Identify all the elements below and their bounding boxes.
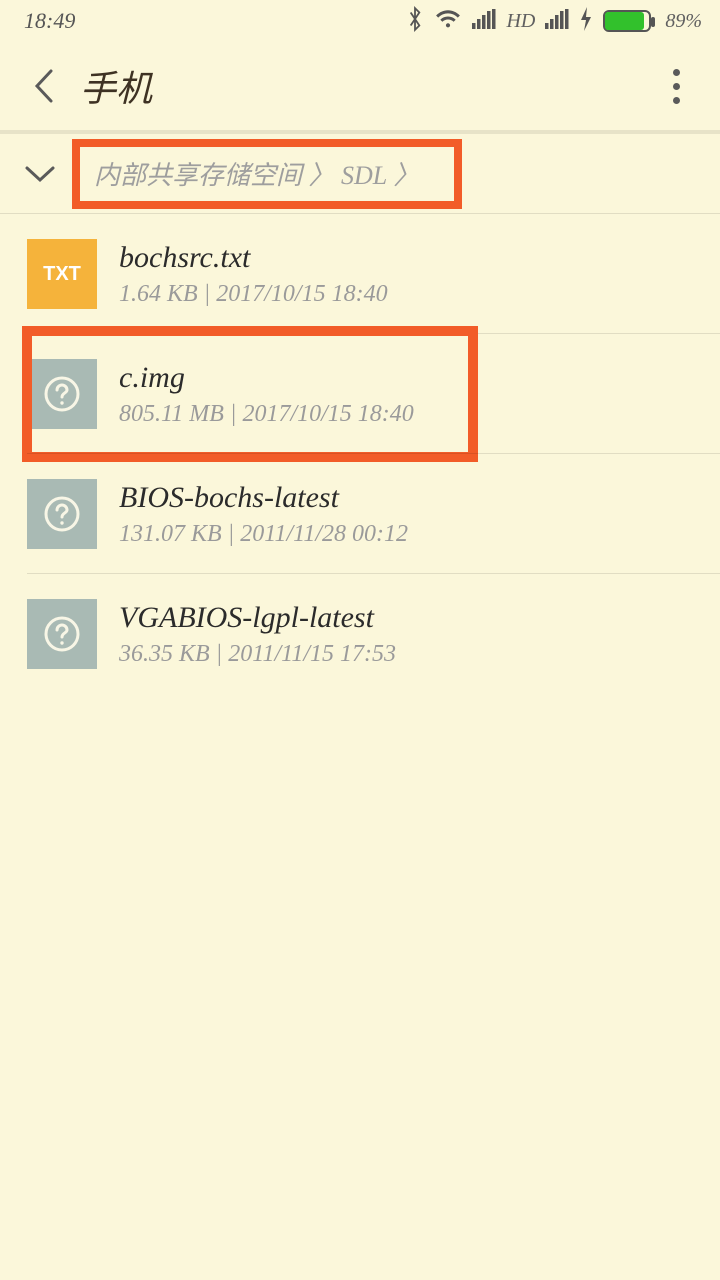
- unknown-file-icon: [27, 359, 97, 429]
- network-type-label: HD: [506, 10, 535, 33]
- title-bar: 手机: [0, 42, 720, 130]
- file-name: bochsrc.txt: [119, 241, 388, 275]
- collapse-button[interactable]: [20, 154, 60, 194]
- file-name: VGABIOS-lgpl-latest: [119, 601, 396, 635]
- file-name: BIOS-bochs-latest: [119, 481, 408, 515]
- back-button[interactable]: [22, 64, 66, 108]
- file-row[interactable]: c.img 805.11 MB | 2017/10/15 18:40: [27, 334, 720, 454]
- file-row[interactable]: TXT bochsrc.txt 1.64 KB | 2017/10/15 18:40: [27, 214, 720, 334]
- unknown-file-icon: [27, 479, 97, 549]
- file-subtext: 36.35 KB | 2011/11/15 17:53: [119, 641, 396, 668]
- chevron-right-icon: 〉: [309, 161, 335, 190]
- file-subtext: 805.11 MB | 2017/10/15 18:40: [119, 401, 414, 428]
- signal-icon: [472, 9, 496, 34]
- page-title: 手机: [80, 60, 654, 112]
- status-bar: 18:49 HD: [0, 0, 720, 42]
- breadcrumb-row: 内部共享存储空间 〉 SDL 〉: [0, 134, 720, 214]
- status-clock: 18:49: [24, 8, 75, 34]
- file-name: c.img: [119, 361, 414, 395]
- wifi-icon: [434, 8, 462, 35]
- charging-icon: [579, 7, 593, 36]
- battery-percent: 89%: [665, 10, 702, 33]
- chevron-right-icon: 〉: [393, 161, 419, 190]
- unknown-file-icon: [27, 599, 97, 669]
- breadcrumb[interactable]: 内部共享存储空间 〉 SDL 〉: [72, 139, 462, 209]
- file-list: TXT bochsrc.txt 1.64 KB | 2017/10/15 18:40…: [0, 214, 720, 694]
- file-row[interactable]: BIOS-bochs-latest 131.07 KB | 2011/11/28 …: [27, 454, 720, 574]
- file-subtext: 1.64 KB | 2017/10/15 18:40: [119, 281, 388, 308]
- signal-icon-2: [545, 9, 569, 34]
- bluetooth-icon: [406, 6, 424, 37]
- file-row[interactable]: VGABIOS-lgpl-latest 36.35 KB | 2011/11/15…: [27, 574, 720, 694]
- breadcrumb-text: 内部共享存储空间 〉 SDL 〉: [94, 155, 419, 192]
- overflow-menu-button[interactable]: [654, 64, 698, 108]
- file-subtext: 131.07 KB | 2011/11/28 00:12: [119, 521, 408, 548]
- txt-file-icon: TXT: [27, 239, 97, 309]
- battery-icon: [603, 10, 651, 32]
- status-icons: HD 89%: [406, 6, 702, 37]
